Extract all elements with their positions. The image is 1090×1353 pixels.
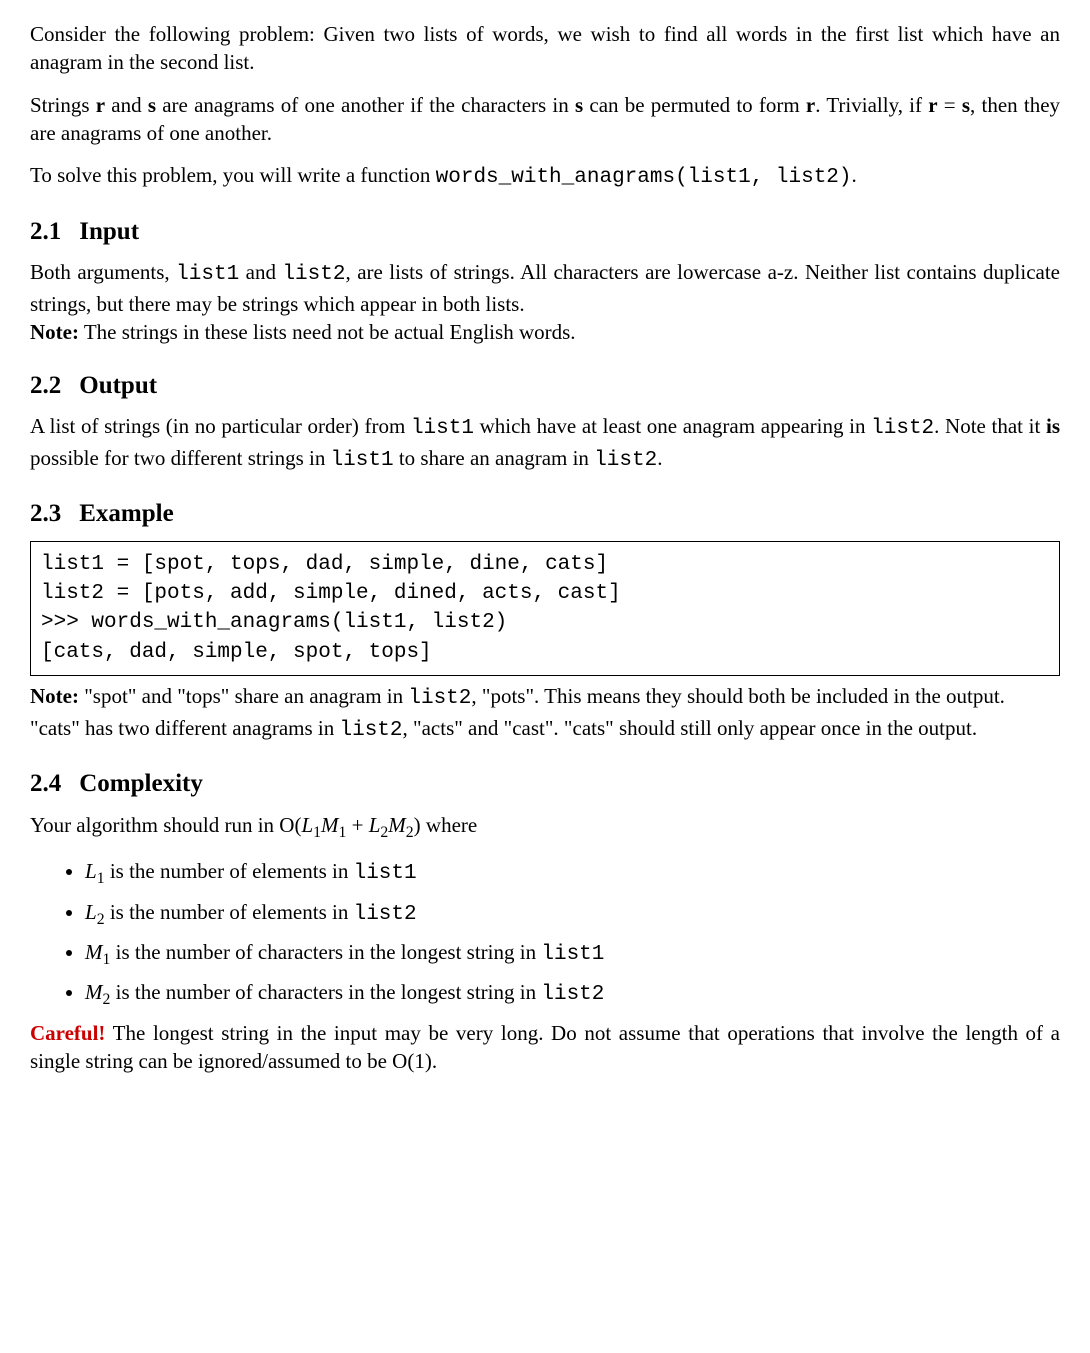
example-note-1: Note: "spot" and "tops" share an anagram… xyxy=(30,682,1060,713)
text: to share an anagram in xyxy=(394,446,595,470)
text: is the number of characters in the longe… xyxy=(110,980,541,1004)
text: can be permuted to form xyxy=(583,93,806,117)
text: ) where xyxy=(414,813,478,837)
text: "cats" has two different anagrams in xyxy=(30,716,340,740)
math-var: M xyxy=(85,980,103,1004)
string-s: s xyxy=(575,93,583,117)
text: is the number of elements in xyxy=(105,859,354,883)
output-para: A list of strings (in no particular orde… xyxy=(30,412,1060,475)
text: To solve this problem, you will write a … xyxy=(30,163,436,187)
text: possible for two different strings in xyxy=(30,446,331,470)
list-item: L2 is the number of elements in list2 xyxy=(85,898,1060,930)
section-heading-complexity: 2.4 Complexity xyxy=(30,767,1060,801)
list-item: L1 is the number of elements in list1 xyxy=(85,857,1060,889)
math-var: L xyxy=(369,813,381,837)
text: is the number of elements in xyxy=(105,900,354,924)
code-inline: list2 xyxy=(541,983,604,1006)
text: . xyxy=(852,163,857,187)
text: + xyxy=(346,813,368,837)
text: , "pots". This means they should both be… xyxy=(471,684,1005,708)
string-s: s xyxy=(148,93,156,117)
code-inline: list2 xyxy=(871,417,934,440)
math-sub: 2 xyxy=(97,911,105,928)
section-heading-input: 2.1 Input xyxy=(30,215,1060,249)
math-sub: 1 xyxy=(313,824,321,841)
text: are anagrams of one another if the chara… xyxy=(156,93,575,117)
string-r: r xyxy=(928,93,937,117)
careful-label: Careful! xyxy=(30,1021,105,1045)
intro-para-2: Strings r and s are anagrams of one anot… xyxy=(30,91,1060,148)
list-item: M2 is the number of characters in the lo… xyxy=(85,978,1060,1010)
string-r: r xyxy=(96,93,105,117)
section-heading-example: 2.3 Example xyxy=(30,497,1060,531)
section-number: 2.2 xyxy=(30,372,61,399)
math-sub: 2 xyxy=(406,824,414,841)
code-inline: list1 xyxy=(176,263,239,286)
text: which have at least one anagram appearin… xyxy=(474,414,871,438)
section-title: Example xyxy=(79,500,173,527)
code-inline: list2 xyxy=(408,687,471,710)
code-inline: list2 xyxy=(594,449,657,472)
code-inline: list1 xyxy=(331,449,394,472)
math-var: L xyxy=(85,900,97,924)
section-title: Input xyxy=(79,218,139,245)
section-title: Output xyxy=(79,372,157,399)
math-sub: 1 xyxy=(97,870,105,887)
text: Strings xyxy=(30,93,96,117)
input-para: Both arguments, list1 and list2, are lis… xyxy=(30,258,1060,318)
list-item: M1 is the number of characters in the lo… xyxy=(85,938,1060,970)
text: . Trivially, if xyxy=(815,93,928,117)
text: Both arguments, xyxy=(30,260,176,284)
text: and xyxy=(239,260,282,284)
code-inline: list1 xyxy=(354,862,417,885)
math-var: L xyxy=(85,859,97,883)
section-number: 2.4 xyxy=(30,770,61,797)
text: and xyxy=(105,93,148,117)
complexity-para: Your algorithm should run in O(L1M1 + L2… xyxy=(30,811,1060,843)
text: The longest string in the input may be v… xyxy=(30,1021,1060,1073)
text: = xyxy=(938,93,962,117)
section-number: 2.3 xyxy=(30,500,61,527)
text: The strings in these lists need not be a… xyxy=(79,320,576,344)
math-var: L xyxy=(301,813,313,837)
section-number: 2.1 xyxy=(30,218,61,245)
string-s: s xyxy=(962,93,970,117)
text: . xyxy=(657,446,662,470)
function-signature: words_with_anagrams(list1, list2) xyxy=(436,166,852,189)
intro-para-1: Consider the following problem: Given tw… xyxy=(30,20,1060,77)
math-var: M xyxy=(388,813,406,837)
example-code-block: list1 = [spot, tops, dad, simple, dine, … xyxy=(30,541,1060,677)
section-title: Complexity xyxy=(79,770,203,797)
emphasis-is: is xyxy=(1046,414,1060,438)
text: "spot" and "tops" share an anagram in xyxy=(79,684,408,708)
complexity-bullets: L1 is the number of elements in list1 L2… xyxy=(30,857,1060,1011)
text: Your algorithm should run in O( xyxy=(30,813,301,837)
code-inline: list2 xyxy=(340,719,403,742)
text: A list of strings (in no particular orde… xyxy=(30,414,411,438)
text: . Note that it xyxy=(934,414,1046,438)
careful-note: Careful! The longest string in the input… xyxy=(30,1019,1060,1076)
note-label: Note: xyxy=(30,320,79,344)
code-inline: list2 xyxy=(354,903,417,926)
code-inline: list2 xyxy=(282,263,345,286)
text: , "acts" and "cast". "cats" should still… xyxy=(403,716,978,740)
string-r: r xyxy=(806,93,815,117)
code-inline: list1 xyxy=(411,417,474,440)
intro-para-3: To solve this problem, you will write a … xyxy=(30,161,1060,192)
text: is the number of characters in the longe… xyxy=(110,940,541,964)
section-heading-output: 2.2 Output xyxy=(30,369,1060,403)
math-var: M xyxy=(321,813,339,837)
math-var: M xyxy=(85,940,103,964)
note-label: Note: xyxy=(30,684,79,708)
input-note: Note: The strings in these lists need no… xyxy=(30,318,1060,346)
code-inline: list1 xyxy=(541,943,604,966)
example-note-2: "cats" has two different anagrams in lis… xyxy=(30,714,1060,745)
